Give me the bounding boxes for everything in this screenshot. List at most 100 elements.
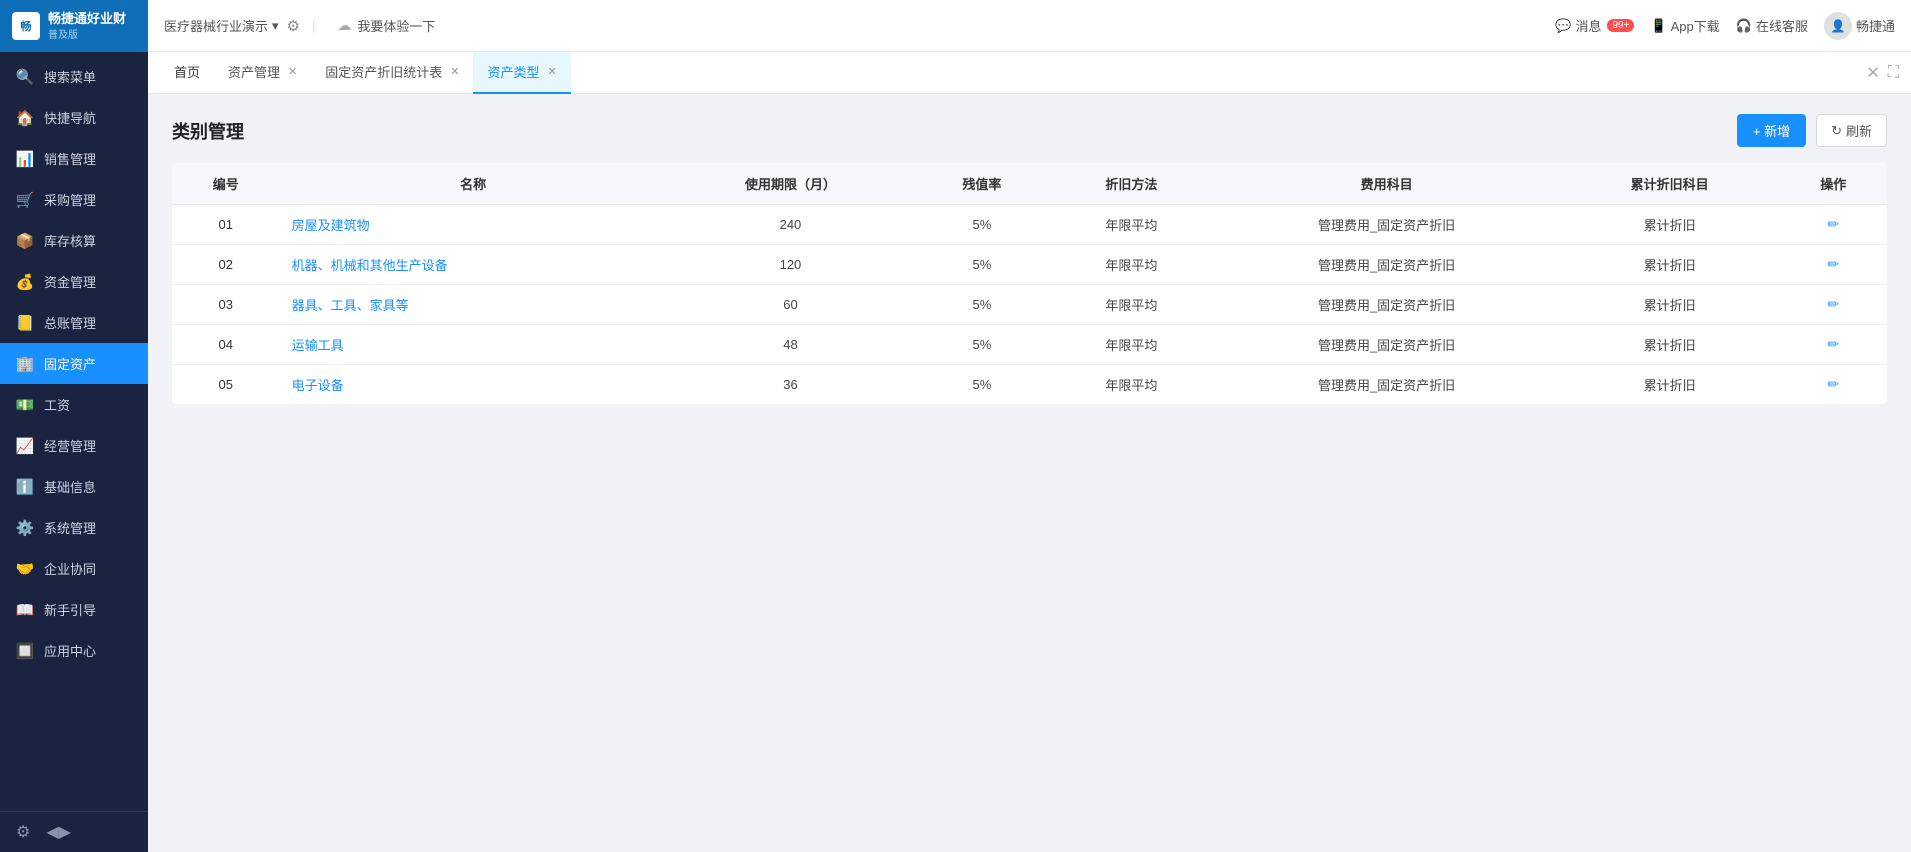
avatar: 👤 <box>1824 12 1852 40</box>
sidebar-item-guide[interactable]: 📖 新手引导 <box>0 589 148 630</box>
table-row: 01 房屋及建筑物 240 5% 年限平均 管理费用_固定资产折旧 累计折旧 ✏ <box>172 205 1887 245</box>
edit-button[interactable]: ✏ <box>1827 216 1839 232</box>
refresh-button[interactable]: ↻ 刷新 <box>1816 114 1887 147</box>
collapse-icon[interactable]: ◀▶ <box>46 822 71 842</box>
cell-name[interactable]: 房屋及建筑物 <box>280 205 667 245</box>
sidebar-item-label-app-center: 应用中心 <box>44 641 96 660</box>
cell-accum: 累计折旧 <box>1560 365 1779 405</box>
cloud-icon: ☁ <box>337 17 351 34</box>
close-window-icon[interactable]: ✕ <box>1866 63 1879 83</box>
tab-depreciation-table[interactable]: 固定资产折旧统计表 ✕ <box>311 52 473 94</box>
cell-name[interactable]: 电子设备 <box>280 365 667 405</box>
table-row: 02 机器、机械和其他生产设备 120 5% 年限平均 管理费用_固定资产折旧 … <box>172 245 1887 285</box>
sidebar-item-label-guide: 新手引导 <box>44 600 96 619</box>
cell-method: 年限平均 <box>1050 285 1214 325</box>
sidebar: 畅 畅捷通好业财 普及版 🔍 搜索菜单 🏠 快捷导航 📊 销售管理 🛒 采购管理… <box>0 0 148 852</box>
cell-code: 03 <box>172 285 280 325</box>
sidebar-item-label-purchase: 采购管理 <box>44 190 96 209</box>
cell-expense: 管理费用_固定资产折旧 <box>1213 325 1560 365</box>
salary-icon: 💵 <box>16 396 34 414</box>
page-title: 类别管理 <box>172 118 244 144</box>
tab-asset-mgmt-label: 资产管理 <box>228 62 280 81</box>
message-button[interactable]: 💬 消息 99+ <box>1555 16 1634 35</box>
search-icon: 🔍 <box>16 68 34 86</box>
operations-icon: 📈 <box>16 437 34 455</box>
purchase-icon: 🛒 <box>16 191 34 209</box>
cell-name[interactable]: 运输工具 <box>280 325 667 365</box>
sidebar-item-quick-nav[interactable]: 🏠 快捷导航 <box>0 97 148 138</box>
cell-method: 年限平均 <box>1050 245 1214 285</box>
capital-icon: 💰 <box>16 273 34 291</box>
category-table: 编号 名称 使用期限（月） 残值率 折旧方法 费用科目 累计折旧科目 操作 01… <box>172 163 1887 404</box>
category-table-wrapper: 编号 名称 使用期限（月） 残值率 折旧方法 费用科目 累计折旧科目 操作 01… <box>172 163 1887 404</box>
sidebar-item-purchase[interactable]: 🛒 采购管理 <box>0 179 148 220</box>
experience-button[interactable]: ☁ 我要体验一下 <box>327 12 445 39</box>
customer-service-button[interactable]: 🎧 在线客服 <box>1736 16 1808 35</box>
expand-window-icon[interactable]: ⛶ <box>1888 64 1899 82</box>
app-download-label: App下载 <box>1671 16 1720 35</box>
sidebar-item-operations[interactable]: 📈 经营管理 <box>0 425 148 466</box>
edit-button[interactable]: ✏ <box>1827 376 1839 392</box>
sidebar-item-label-operations: 经营管理 <box>44 436 96 455</box>
tab-asset-type-close[interactable]: ✕ <box>548 65 557 78</box>
cell-method: 年限平均 <box>1050 365 1214 405</box>
quick-nav-icon: 🏠 <box>16 109 34 127</box>
user-label: 畅捷通 <box>1856 16 1895 35</box>
cell-code: 01 <box>172 205 280 245</box>
cell-residual: 5% <box>914 325 1050 365</box>
sidebar-item-basic-info[interactable]: ℹ️ 基础信息 <box>0 466 148 507</box>
cell-period: 120 <box>667 245 914 285</box>
sidebar-item-label-system: 系统管理 <box>44 518 96 537</box>
tab-asset-mgmt-close[interactable]: ✕ <box>288 65 297 78</box>
cell-accum: 累计折旧 <box>1560 325 1779 365</box>
sidebar-item-label-ledger: 总账管理 <box>44 313 96 332</box>
tab-asset-mgmt[interactable]: 资产管理 ✕ <box>214 52 311 94</box>
sidebar-item-label-capital: 资金管理 <box>44 272 96 291</box>
sidebar-item-salary[interactable]: 💵 工资 <box>0 384 148 425</box>
edit-button[interactable]: ✏ <box>1827 256 1839 272</box>
cell-period: 48 <box>667 325 914 365</box>
tab-asset-type[interactable]: 资产类型 ✕ <box>473 52 570 94</box>
sidebar-item-inventory[interactable]: 📦 库存核算 <box>0 220 148 261</box>
col-name: 名称 <box>280 163 667 205</box>
sidebar-item-sales[interactable]: 📊 销售管理 <box>0 138 148 179</box>
col-residual: 残值率 <box>914 163 1050 205</box>
guide-icon: 📖 <box>16 601 34 619</box>
edit-button[interactable]: ✏ <box>1827 336 1839 352</box>
basic-info-icon: ℹ️ <box>16 478 34 496</box>
table-row: 05 电子设备 36 5% 年限平均 管理费用_固定资产折旧 累计折旧 ✏ <box>172 365 1887 405</box>
tab-depreciation-close[interactable]: ✕ <box>450 65 459 78</box>
cell-name[interactable]: 器具、工具、家具等 <box>280 285 667 325</box>
sidebar-item-app-center[interactable]: 🔲 应用中心 <box>0 630 148 671</box>
settings-gear-icon[interactable]: ⚙ <box>287 17 300 35</box>
edit-button[interactable]: ✏ <box>1827 296 1839 312</box>
app-title-block: 畅捷通好业财 普及版 <box>48 11 126 42</box>
tab-home-label: 首页 <box>174 62 200 81</box>
user-menu-button[interactable]: 👤 畅捷通 <box>1824 12 1895 40</box>
cell-code: 05 <box>172 365 280 405</box>
sidebar-item-capital[interactable]: 💰 资金管理 <box>0 261 148 302</box>
sidebar-item-search[interactable]: 🔍 搜索菜单 <box>0 56 148 97</box>
main-area: 医疗器械行业演示 ▾ ⚙ | ☁ 我要体验一下 💬 消息 99+ 📱 App下载… <box>148 0 1911 852</box>
service-icon: 🎧 <box>1736 18 1752 34</box>
new-button[interactable]: + 新增 <box>1737 114 1806 147</box>
sidebar-item-system[interactable]: ⚙️ 系统管理 <box>0 507 148 548</box>
app-download-button[interactable]: 📱 App下载 <box>1650 16 1719 35</box>
sidebar-item-enterprise[interactable]: 🤝 企业协同 <box>0 548 148 589</box>
system-icon: ⚙️ <box>16 519 34 537</box>
cell-expense: 管理费用_固定资产折旧 <box>1213 205 1560 245</box>
col-method: 折旧方法 <box>1050 163 1214 205</box>
sidebar-item-ledger[interactable]: 📒 总账管理 <box>0 302 148 343</box>
sidebar-item-fixed-assets[interactable]: 🏢 固定资产 <box>0 343 148 384</box>
sidebar-item-label-search: 搜索菜单 <box>44 67 96 86</box>
fixed-assets-icon: 🏢 <box>16 355 34 373</box>
cell-name[interactable]: 机器、机械和其他生产设备 <box>280 245 667 285</box>
app-selector-button[interactable]: 医疗器械行业演示 ▾ <box>164 16 279 35</box>
cell-action: ✏ <box>1779 365 1887 405</box>
settings-icon[interactable]: ⚙ <box>16 822 30 842</box>
tab-home[interactable]: 首页 <box>160 52 214 94</box>
page-header: 类别管理 + 新增 ↻ 刷新 <box>172 114 1887 147</box>
sidebar-item-label-sales: 销售管理 <box>44 149 96 168</box>
customer-service-label: 在线客服 <box>1756 16 1808 35</box>
sidebar-item-label-inventory: 库存核算 <box>44 231 96 250</box>
